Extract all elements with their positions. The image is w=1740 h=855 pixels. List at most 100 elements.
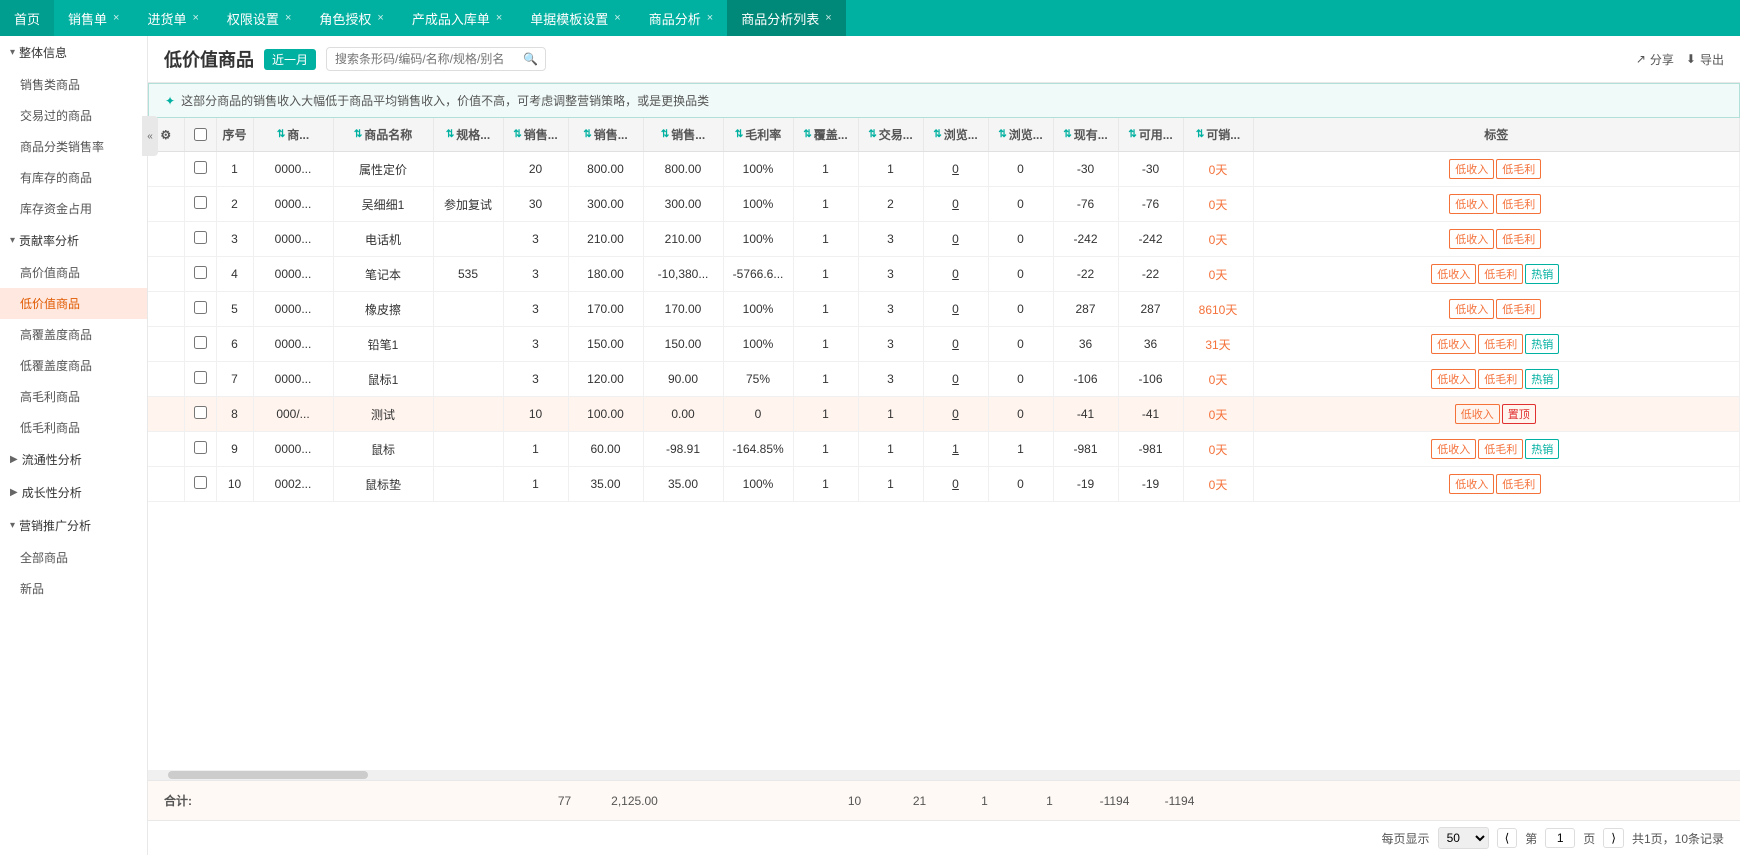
close-icon-sales[interactable]: × — [113, 12, 119, 24]
cell-browse1[interactable]: 0 — [923, 152, 988, 187]
close-icon-analysis-list[interactable]: × — [825, 12, 831, 24]
first-page-btn[interactable]: ⟨ — [1497, 828, 1518, 848]
col-browse2[interactable]: ⇅浏览... — [988, 118, 1053, 152]
browse1-value[interactable]: 0 — [952, 407, 959, 421]
cell-check[interactable] — [184, 362, 216, 397]
cell-check[interactable] — [184, 397, 216, 432]
nav-item-template[interactable]: 单据模板设置 × — [516, 0, 634, 36]
sidebar-item-high-coverage[interactable]: 高覆盖度商品 — [0, 319, 147, 350]
sidebar-item-all-goods[interactable]: 全部商品 — [0, 542, 147, 573]
close-icon-template[interactable]: × — [614, 12, 620, 24]
sidebar-section-growth[interactable]: ▶ 成长性分析 — [0, 476, 147, 509]
col-gross-margin[interactable]: ⇅毛利率 — [723, 118, 793, 152]
row-checkbox[interactable] — [194, 231, 207, 244]
sidebar-collapse-btn[interactable]: « — [142, 116, 158, 156]
nav-item-home[interactable]: 首页 — [0, 0, 54, 36]
col-sales-unit[interactable]: ⇅销售... — [643, 118, 723, 152]
browse1-value[interactable]: 1 — [952, 442, 959, 456]
browse1-value[interactable]: 0 — [952, 197, 959, 211]
cell-browse1[interactable]: 0 — [923, 327, 988, 362]
browse1-value[interactable]: 0 — [952, 337, 959, 351]
row-checkbox[interactable] — [194, 196, 207, 209]
close-icon-permissions[interactable]: × — [285, 12, 291, 24]
cell-check[interactable] — [184, 257, 216, 292]
cell-browse1[interactable]: 0 — [923, 222, 988, 257]
nav-item-purchase[interactable]: 进货单 × — [133, 0, 212, 36]
browse1-value[interactable]: 0 — [952, 302, 959, 316]
sidebar-section-marketing[interactable]: ▾ 营销推广分析 — [0, 509, 147, 542]
col-current-stock[interactable]: ⇅现有... — [1053, 118, 1118, 152]
col-available[interactable]: ⇅可用... — [1118, 118, 1183, 152]
sidebar-item-traded-goods[interactable]: 交易过的商品 — [0, 100, 147, 131]
sidebar-item-low-margin[interactable]: 低毛利商品 — [0, 412, 147, 443]
row-checkbox[interactable] — [194, 371, 207, 384]
close-icon-roles[interactable]: × — [377, 12, 383, 24]
browse1-value[interactable]: 0 — [952, 477, 959, 491]
horizontal-scrollbar[interactable] — [148, 770, 1740, 780]
sidebar-item-low-coverage[interactable]: 低覆盖度商品 — [0, 350, 147, 381]
date-badge[interactable]: 近一月 — [264, 49, 316, 70]
sidebar-item-high-value[interactable]: 高价值商品 — [0, 257, 147, 288]
cell-browse1[interactable]: 1 — [923, 432, 988, 467]
col-check[interactable] — [184, 118, 216, 152]
sidebar-item-stock-capital[interactable]: 库存资金占用 — [0, 193, 147, 224]
share-button[interactable]: ↗ 分享 — [1636, 51, 1674, 68]
cell-check[interactable] — [184, 327, 216, 362]
cell-check[interactable] — [184, 187, 216, 222]
nav-item-sales[interactable]: 销售单 × — [54, 0, 133, 36]
col-spec[interactable]: ⇅规格... — [433, 118, 503, 152]
nav-item-warehouse[interactable]: 产成品入库单 × — [398, 0, 516, 36]
per-page-select[interactable]: 50 100 200 — [1438, 827, 1489, 849]
col-coverage[interactable]: ⇅覆盖... — [793, 118, 858, 152]
col-browse1[interactable]: ⇅浏览... — [923, 118, 988, 152]
nav-item-analysis-list[interactable]: 商品分析列表 × — [727, 0, 845, 36]
nav-item-roles[interactable]: 角色授权 × — [305, 0, 397, 36]
browse1-value[interactable]: 0 — [952, 372, 959, 386]
cell-browse1[interactable]: 0 — [923, 467, 988, 502]
nav-item-analysis[interactable]: 商品分析 × — [635, 0, 727, 36]
cell-check[interactable] — [184, 432, 216, 467]
cell-browse1[interactable]: 0 — [923, 397, 988, 432]
cell-check[interactable] — [184, 467, 216, 502]
browse1-value[interactable]: 0 — [952, 267, 959, 281]
cell-check[interactable] — [184, 152, 216, 187]
col-sales-amount[interactable]: ⇅销售... — [568, 118, 643, 152]
close-icon-warehouse[interactable]: × — [496, 12, 502, 24]
col-name[interactable]: ⇅商品名称 — [333, 118, 433, 152]
row-checkbox[interactable] — [194, 301, 207, 314]
col-transactions[interactable]: ⇅交易... — [858, 118, 923, 152]
row-checkbox[interactable] — [194, 336, 207, 349]
cell-browse1[interactable]: 0 — [923, 187, 988, 222]
close-icon-purchase[interactable]: × — [192, 12, 198, 24]
col-sales-qty[interactable]: ⇅销售... — [503, 118, 568, 152]
row-checkbox[interactable] — [194, 266, 207, 279]
sidebar-item-new-goods[interactable]: 新品 — [0, 573, 147, 604]
sidebar-item-category-rate[interactable]: 商品分类销售率 — [0, 131, 147, 162]
cell-check[interactable] — [184, 292, 216, 327]
scrollbar-thumb[interactable] — [168, 771, 368, 779]
sidebar-section-overall[interactable]: ▾ 整体信息 — [0, 36, 147, 69]
cell-browse1[interactable]: 0 — [923, 362, 988, 397]
nav-item-permissions[interactable]: 权限设置 × — [213, 0, 305, 36]
row-checkbox[interactable] — [194, 406, 207, 419]
close-icon-analysis[interactable]: × — [707, 12, 713, 24]
sidebar-item-sales-goods[interactable]: 销售类商品 — [0, 69, 147, 100]
sidebar-item-high-margin[interactable]: 高毛利商品 — [0, 381, 147, 412]
row-checkbox[interactable] — [194, 476, 207, 489]
sidebar-item-low-value[interactable]: 低价值商品 — [0, 288, 147, 319]
browse1-value[interactable]: 0 — [952, 232, 959, 246]
row-checkbox[interactable] — [194, 441, 207, 454]
sidebar-section-liquidity[interactable]: ▶ 流通性分析 — [0, 443, 147, 476]
col-sellable[interactable]: ⇅可销... — [1183, 118, 1253, 152]
browse1-value[interactable]: 0 — [952, 162, 959, 176]
next-page-btn[interactable]: ⟩ — [1603, 828, 1624, 848]
cell-check[interactable] — [184, 222, 216, 257]
select-all-checkbox[interactable] — [194, 128, 207, 141]
sidebar-item-stocked-goods[interactable]: 有库存的商品 — [0, 162, 147, 193]
cell-browse1[interactable]: 0 — [923, 292, 988, 327]
export-button[interactable]: ⬇ 导出 — [1686, 51, 1724, 68]
row-checkbox[interactable] — [194, 161, 207, 174]
sidebar-section-contribution[interactable]: ▾ 贡献率分析 — [0, 224, 147, 257]
cell-browse1[interactable]: 0 — [923, 257, 988, 292]
page-number-input[interactable] — [1545, 828, 1575, 848]
